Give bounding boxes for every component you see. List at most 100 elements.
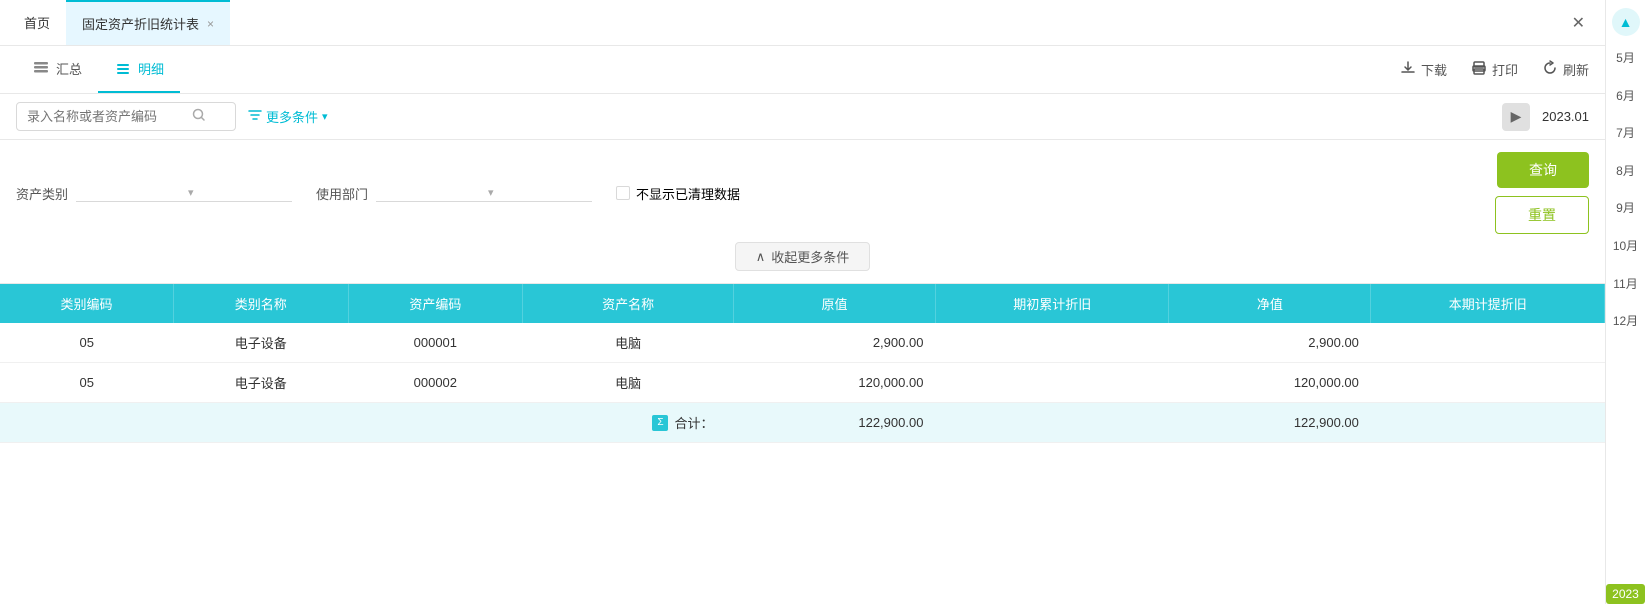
th-asset-name: 资产名称 bbox=[523, 284, 734, 323]
sub-tabs-bar: 汇总 明细 下载 bbox=[0, 46, 1605, 94]
no-cleared-label: 不显示已清理数据 bbox=[636, 184, 740, 203]
refresh-label: 刷新 bbox=[1563, 60, 1589, 79]
sidebar-month-5[interactable]: 5月 bbox=[1606, 40, 1645, 78]
table-row: 05 电子设备 000001 电脑 2,900.00 2,900.00 bbox=[0, 323, 1605, 363]
list-icon bbox=[114, 60, 132, 78]
no-cleared-checkbox-wrap[interactable]: 不显示已清理数据 bbox=[616, 184, 740, 203]
arrow-right-icon: ▶ bbox=[1511, 108, 1522, 125]
tab-detail-label: 明细 bbox=[138, 59, 164, 78]
print-label: 打印 bbox=[1492, 60, 1518, 79]
table-container: 类别编码 类别名称 资产编码 资产名称 原值 期初累计折旧 净值 本期计提折旧 … bbox=[0, 284, 1605, 604]
tab-summary-label: 汇总 bbox=[56, 59, 82, 78]
asset-category-label: 资产类别 bbox=[16, 184, 68, 203]
expand-right-button[interactable]: ▶ bbox=[1502, 103, 1530, 131]
row2-accumulated-depreciation bbox=[935, 363, 1169, 403]
row2-original-value: 120,000.00 bbox=[734, 363, 936, 403]
asset-category-filter: 资产类别 ▾ bbox=[16, 184, 292, 203]
nav-home[interactable]: 首页 bbox=[8, 0, 66, 45]
filter-area: 资产类别 ▾ 使用部门 ▾ 不显示已清理数据 查询 重置 bbox=[0, 140, 1605, 284]
row2-asset-code: 000002 bbox=[348, 363, 523, 403]
chevron-up-icon: ∧ bbox=[756, 249, 766, 265]
th-asset-code: 资产编码 bbox=[348, 284, 523, 323]
summary-row: Σ 合计： 122,900.00 122,900.00 bbox=[0, 403, 1605, 443]
sidebar-month-11[interactable]: 11月 bbox=[1606, 266, 1645, 304]
row2-net-value: 120,000.00 bbox=[1169, 363, 1371, 403]
download-icon bbox=[1400, 60, 1416, 79]
th-category-name: 类别名称 bbox=[173, 284, 348, 323]
th-category-code: 类别编码 bbox=[0, 284, 173, 323]
row1-net-value: 2,900.00 bbox=[1169, 323, 1371, 363]
sidebar-up-button[interactable]: ▲ bbox=[1612, 8, 1640, 36]
no-cleared-checkbox[interactable] bbox=[616, 186, 630, 200]
row2-current-depreciation bbox=[1371, 363, 1605, 403]
search-bar: 更多条件 ▾ ▶ 2023.01 bbox=[0, 94, 1605, 140]
active-tab[interactable]: 固定资产折旧统计表 × bbox=[66, 0, 230, 45]
th-net-value: 净值 bbox=[1169, 284, 1371, 323]
row1-current-depreciation bbox=[1371, 323, 1605, 363]
layers-icon bbox=[32, 60, 50, 78]
sidebar-month-12[interactable]: 12月 bbox=[1606, 303, 1645, 341]
year-badge[interactable]: 2023 bbox=[1606, 584, 1645, 604]
print-icon bbox=[1471, 60, 1487, 79]
collapse-button[interactable]: ∧ 收起更多条件 bbox=[735, 242, 871, 271]
right-sidebar: ▲ 5月 6月 7月 8月 9月 10月 11月 12月 2023 bbox=[1605, 0, 1645, 604]
row1-category-name: 电子设备 bbox=[173, 323, 348, 363]
sidebar-month-6[interactable]: 6月 bbox=[1606, 78, 1645, 116]
summary-net-value: 122,900.00 bbox=[1169, 403, 1371, 443]
department-label: 使用部门 bbox=[316, 184, 368, 203]
tab-label: 固定资产折旧统计表 bbox=[82, 14, 199, 33]
summary-accumulated-depreciation bbox=[935, 403, 1169, 443]
summary-icon-cell bbox=[0, 403, 523, 443]
sidebar-month-9[interactable]: 9月 bbox=[1606, 190, 1645, 228]
row2-asset-name: 电脑 bbox=[523, 363, 734, 403]
search-icon[interactable] bbox=[191, 107, 207, 126]
print-button[interactable]: 打印 bbox=[1471, 60, 1518, 79]
chevron-down-icon: ▾ bbox=[188, 186, 288, 199]
row1-accumulated-depreciation bbox=[935, 323, 1169, 363]
more-filters-label: 更多条件 bbox=[266, 107, 318, 126]
chevron-down-icon: ▾ bbox=[322, 110, 328, 123]
tab-summary[interactable]: 汇总 bbox=[16, 46, 98, 93]
current-date: 2023.01 bbox=[1542, 109, 1589, 124]
tab-detail[interactable]: 明细 bbox=[98, 46, 180, 93]
summary-current-depreciation bbox=[1371, 403, 1605, 443]
sidebar-month-8[interactable]: 8月 bbox=[1606, 153, 1645, 191]
row2-category-code: 05 bbox=[0, 363, 173, 403]
row1-category-code: 05 bbox=[0, 323, 173, 363]
row1-asset-code: 000001 bbox=[348, 323, 523, 363]
download-button[interactable]: 下载 bbox=[1400, 60, 1447, 79]
table-header-row: 类别编码 类别名称 资产编码 资产名称 原值 期初累计折旧 净值 本期计提折旧 bbox=[0, 284, 1605, 323]
tab-close-icon[interactable]: × bbox=[207, 17, 214, 31]
summary-label-cell: Σ 合计： bbox=[523, 403, 734, 443]
query-button[interactable]: 查询 bbox=[1497, 152, 1589, 188]
collapse-row: ∧ 收起更多条件 bbox=[16, 234, 1589, 275]
up-arrow-icon: ▲ bbox=[1619, 14, 1633, 30]
summary-label-text: 合计： bbox=[674, 413, 713, 432]
department-filter: 使用部门 ▾ bbox=[316, 184, 592, 203]
table-row: 05 电子设备 000002 电脑 120,000.00 120,000.00 bbox=[0, 363, 1605, 403]
asset-category-select[interactable]: ▾ bbox=[76, 184, 292, 202]
th-original-value: 原值 bbox=[734, 284, 936, 323]
reset-button[interactable]: 重置 bbox=[1495, 196, 1589, 234]
data-table: 类别编码 类别名称 资产编码 资产名称 原值 期初累计折旧 净值 本期计提折旧 … bbox=[0, 284, 1605, 443]
th-current-depreciation: 本期计提折旧 bbox=[1371, 284, 1605, 323]
row2-category-name: 电子设备 bbox=[173, 363, 348, 403]
search-input[interactable] bbox=[27, 109, 187, 124]
toolbar-right: 下载 打印 刷新 bbox=[1400, 60, 1589, 79]
filter-buttons: 查询 重置 bbox=[1495, 152, 1589, 234]
download-label: 下载 bbox=[1421, 60, 1447, 79]
refresh-button[interactable]: 刷新 bbox=[1542, 60, 1589, 79]
row1-asset-name: 电脑 bbox=[523, 323, 734, 363]
row1-original-value: 2,900.00 bbox=[734, 323, 936, 363]
sidebar-month-7[interactable]: 7月 bbox=[1606, 115, 1645, 153]
filter-icon bbox=[248, 108, 262, 125]
chevron-down-icon-2: ▾ bbox=[488, 186, 588, 199]
department-select[interactable]: ▾ bbox=[376, 184, 592, 202]
more-filters-button[interactable]: 更多条件 ▾ bbox=[248, 107, 328, 126]
sidebar-month-10[interactable]: 10月 bbox=[1606, 228, 1645, 266]
search-input-wrap[interactable] bbox=[16, 102, 236, 131]
sum-icon: Σ bbox=[652, 415, 668, 431]
collapse-label: 收起更多条件 bbox=[771, 247, 849, 266]
app-close-button[interactable]: ✕ bbox=[1552, 0, 1605, 45]
summary-original-value: 122,900.00 bbox=[734, 403, 936, 443]
